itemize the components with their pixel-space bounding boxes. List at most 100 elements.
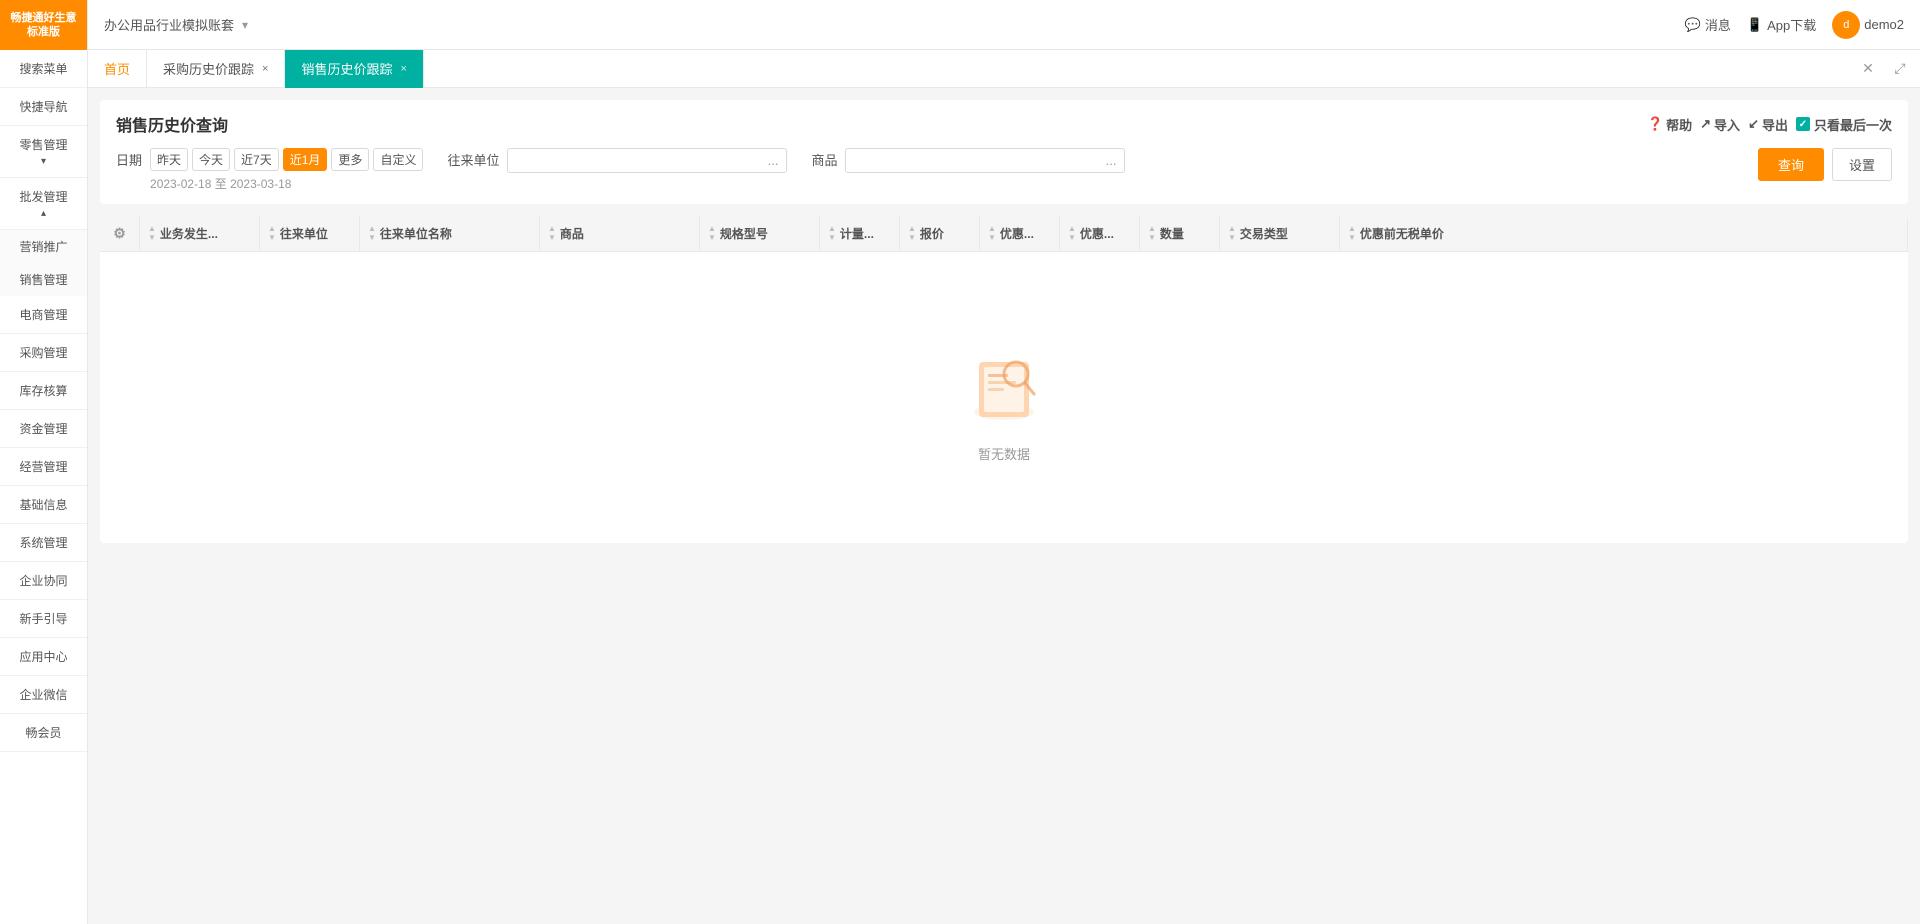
message-btn[interactable]: 💬 消息 xyxy=(1685,15,1731,34)
date-btn-more[interactable]: 更多 xyxy=(331,148,369,171)
tab-home-label: 首页 xyxy=(104,59,130,78)
col-partner-name[interactable]: ▲ ▼ 往来单位名称 xyxy=(360,216,540,251)
sidebar-item-finance[interactable]: 资金管理 xyxy=(0,410,87,448)
sidebar-item-inventory[interactable]: 库存核算 xyxy=(0,372,87,410)
col-notax-price[interactable]: ▲ ▼ 优惠前无税单价 xyxy=(1340,216,1908,251)
table-header: ⚙ ▲ ▼ 业务发生... ▲ ▼ 往来单位 xyxy=(100,216,1908,252)
topbar: 办公用品行业模拟账套 ▾ 💬 消息 📱 App下载 d demo2 xyxy=(88,0,1920,50)
sort-arrows-partner: ▲ ▼ xyxy=(268,225,276,242)
date-btn-1month[interactable]: 近1月 xyxy=(283,148,328,171)
panel-actions: ❓ 帮助 ↗ 导入 ↙ 导出 只看最后一次 xyxy=(1647,115,1892,134)
tab-sales-close[interactable]: × xyxy=(400,63,406,75)
topbar-dropdown-btn[interactable]: ▾ xyxy=(242,18,248,32)
tab-maximize-btn[interactable]: ⤢ xyxy=(1888,57,1912,81)
sort-arrows-partner-name: ▲ ▼ xyxy=(368,225,376,242)
sort-arrows-notax: ▲ ▼ xyxy=(1348,225,1356,242)
col-product[interactable]: ▲ ▼ 商品 xyxy=(540,216,700,251)
col-discount2[interactable]: ▲ ▼ 优惠... xyxy=(1060,216,1140,251)
sidebar-item-purchase[interactable]: 采购管理 xyxy=(0,334,87,372)
col-partner-name-label: 往来单位名称 xyxy=(380,225,452,242)
col-unit-label: 计量... xyxy=(840,225,874,242)
col-discount1-label: 优惠... xyxy=(1000,225,1034,242)
date-range-display: 2023-02-18 至 2023-03-18 xyxy=(150,175,423,192)
sidebar-item-enterprise[interactable]: 企业协同 xyxy=(0,562,87,600)
tab-close-all-btn[interactable]: ✕ xyxy=(1856,57,1880,81)
sidebar-item-sales-mgmt[interactable]: 销售管理 xyxy=(0,263,87,296)
col-notax-label: 优惠前无税单价 xyxy=(1360,225,1444,242)
product-input[interactable]: ... xyxy=(845,148,1125,173)
sidebar-item-quick-nav[interactable]: 快捷导航 xyxy=(0,88,87,126)
sort-arrows-trade: ▲ ▼ xyxy=(1228,225,1236,242)
query-panel: 销售历史价查询 ❓ 帮助 ↗ 导入 ↙ 导出 xyxy=(100,100,1908,204)
import-btn[interactable]: ↗ 导入 xyxy=(1700,115,1740,134)
partner-filter-group: 往来单位 ... xyxy=(447,148,787,173)
help-btn[interactable]: ❓ 帮助 xyxy=(1647,115,1692,134)
settings-btn[interactable]: 设置 xyxy=(1832,148,1892,181)
empty-illustration xyxy=(954,332,1054,432)
date-btn-row: 昨天 今天 近7天 近1月 更多 自定义 xyxy=(150,148,423,171)
sidebar-item-marketing[interactable]: 营销推广 xyxy=(0,230,87,263)
only-last-checkbox[interactable]: 只看最后一次 xyxy=(1796,115,1892,134)
date-btn-7days[interactable]: 近7天 xyxy=(234,148,279,171)
product-label: 商品 xyxy=(811,148,837,169)
filter-row: 日期 昨天 今天 近7天 近1月 更多 自定义 2023-02-18 至 202… xyxy=(116,148,1892,192)
tab-purchase-close[interactable]: × xyxy=(262,63,268,75)
tabs-right-controls: ✕ ⤢ xyxy=(1856,57,1920,81)
query-btn[interactable]: 查询 xyxy=(1758,148,1824,181)
col-biz-date[interactable]: ▲ ▼ 业务发生... xyxy=(140,216,260,251)
partner-input[interactable]: ... xyxy=(507,148,787,173)
tab-sales-label: 销售历史价跟踪 xyxy=(301,59,392,78)
sidebar-item-wechat[interactable]: 企业微信 xyxy=(0,676,87,714)
col-product-label: 商品 xyxy=(560,225,584,242)
sidebar-item-search[interactable]: 搜索菜单 xyxy=(0,50,87,88)
col-partner[interactable]: ▲ ▼ 往来单位 xyxy=(260,216,360,251)
page-content: 销售历史价查询 ❓ 帮助 ↗ 导入 ↙ 导出 xyxy=(88,88,1920,924)
col-spec[interactable]: ▲ ▼ 规格型号 xyxy=(700,216,820,251)
date-filter-controls: 昨天 今天 近7天 近1月 更多 自定义 2023-02-18 至 2023-0… xyxy=(150,148,423,192)
col-unit[interactable]: ▲ ▼ 计量... xyxy=(820,216,900,251)
sidebar-item-system[interactable]: 系统管理 xyxy=(0,524,87,562)
avatar: d xyxy=(1832,11,1860,39)
retail-label: 零售管理 xyxy=(19,136,67,153)
col-settings[interactable]: ⚙ xyxy=(100,216,140,251)
message-icon: 💬 xyxy=(1685,17,1701,33)
export-icon: ↙ xyxy=(1748,116,1759,132)
tab-bar: 首页 采购历史价跟踪 × 销售历史价跟踪 × ✕ ⤢ xyxy=(88,50,1920,88)
sidebar-item-guide[interactable]: 新手引导 xyxy=(0,600,87,638)
query-panel-header: 销售历史价查询 ❓ 帮助 ↗ 导入 ↙ 导出 xyxy=(116,112,1892,136)
wholesale-label: 批发管理 xyxy=(19,188,67,205)
sidebar-item-basic[interactable]: 基础信息 xyxy=(0,486,87,524)
partner-label: 往来单位 xyxy=(447,148,499,169)
app-label: App下载 xyxy=(1767,15,1816,34)
tab-sales-history[interactable]: 销售历史价跟踪 × xyxy=(285,50,423,88)
app-icon: 📱 xyxy=(1747,17,1763,33)
col-qty[interactable]: ▲ ▼ 数量 xyxy=(1140,216,1220,251)
sidebar-item-wholesale[interactable]: 批发管理 ▴ xyxy=(0,178,87,230)
query-btn-group: 查询 设置 xyxy=(1758,148,1892,181)
date-btn-custom[interactable]: 自定义 xyxy=(373,148,423,171)
date-btn-yesterday[interactable]: 昨天 xyxy=(150,148,188,171)
wholesale-arrow: ▴ xyxy=(41,208,46,219)
tab-home[interactable]: 首页 xyxy=(88,50,147,88)
col-trade-label: 交易类型 xyxy=(1240,225,1288,242)
user-btn[interactable]: d demo2 xyxy=(1832,11,1904,39)
import-icon: ↗ xyxy=(1700,116,1711,132)
message-label: 消息 xyxy=(1705,15,1731,34)
sort-arrows-discount1: ▲ ▼ xyxy=(988,225,996,242)
sidebar-item-ecommerce[interactable]: 电商管理 xyxy=(0,296,87,334)
tab-purchase-history[interactable]: 采购历史价跟踪 × xyxy=(147,50,285,88)
col-discount2-label: 优惠... xyxy=(1080,225,1114,242)
date-btn-today[interactable]: 今天 xyxy=(192,148,230,171)
sidebar-item-apps[interactable]: 应用中心 xyxy=(0,638,87,676)
col-trade-type[interactable]: ▲ ▼ 交易类型 xyxy=(1220,216,1340,251)
sidebar-item-member[interactable]: 畅会员 xyxy=(0,714,87,752)
col-qty-label: 数量 xyxy=(1160,225,1184,242)
col-discount1[interactable]: ▲ ▼ 优惠... xyxy=(980,216,1060,251)
table-panel: ⚙ ▲ ▼ 业务发生... ▲ ▼ 往来单位 xyxy=(100,216,1908,543)
col-price[interactable]: ▲ ▼ 报价 xyxy=(900,216,980,251)
export-btn[interactable]: ↙ 导出 xyxy=(1748,115,1788,134)
sidebar-item-retail[interactable]: 零售管理 ▾ xyxy=(0,126,87,178)
sidebar-item-operation[interactable]: 经营管理 xyxy=(0,448,87,486)
retail-arrow: ▾ xyxy=(41,156,46,167)
app-download-btn[interactable]: 📱 App下载 xyxy=(1747,15,1816,34)
